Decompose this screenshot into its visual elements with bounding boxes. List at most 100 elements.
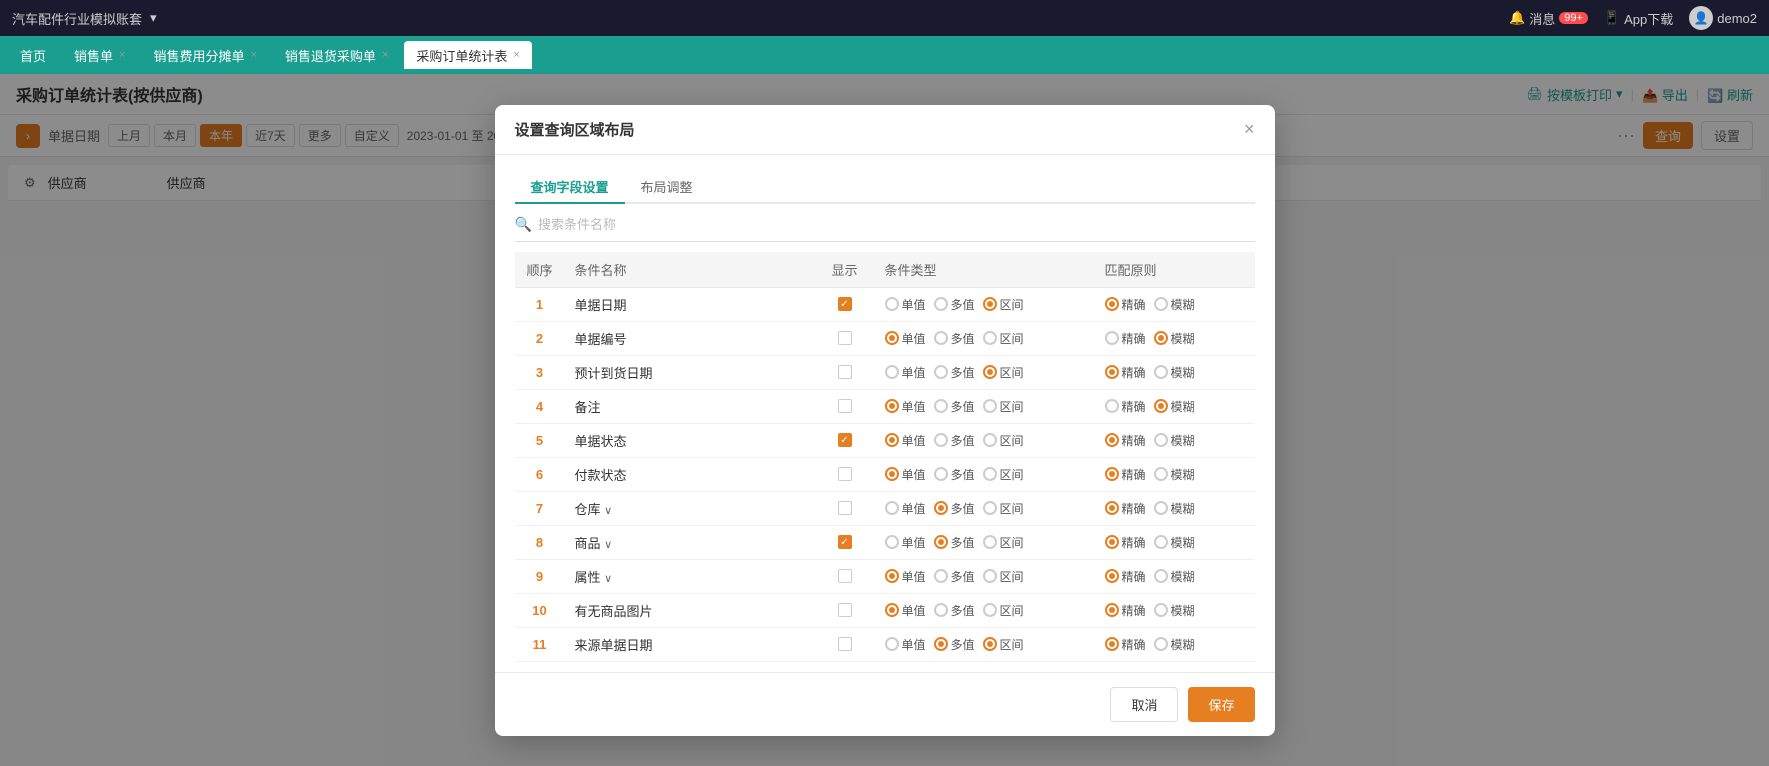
type-radio-range-6[interactable]: 区间	[983, 466, 1024, 483]
type-radio-single-11[interactable]: 单值	[885, 636, 926, 653]
tab-purchase-stats-close[interactable]: ×	[513, 49, 519, 61]
match-radio-exact-5[interactable]: 精确	[1105, 432, 1146, 449]
display-checkbox-9[interactable]	[838, 569, 852, 583]
match-radio-exact-2[interactable]: 精确	[1105, 330, 1146, 347]
type-radio-multi-3[interactable]: 多值	[934, 364, 975, 381]
type-radio-multi-11[interactable]: 多值	[934, 636, 975, 653]
type-radio-range-10[interactable]: 区间	[983, 602, 1024, 619]
type-radio-single-2[interactable]: 单值	[885, 330, 926, 347]
row-display-5[interactable]: ✓	[815, 423, 875, 457]
type-radio-multi-8[interactable]: 多值	[934, 534, 975, 551]
tab-home[interactable]: 首页	[8, 41, 58, 69]
match-radio-fuzzy-11[interactable]: 模糊	[1154, 636, 1195, 653]
type-radio-range-9[interactable]: 区间	[983, 568, 1024, 585]
user-avatar[interactable]: 👤 demo2	[1689, 6, 1757, 30]
search-input[interactable]	[538, 217, 1255, 232]
display-checkbox-2[interactable]	[838, 331, 852, 345]
type-radio-range-7[interactable]: 区间	[983, 500, 1024, 517]
row-display-11[interactable]	[815, 627, 875, 661]
type-radio-single-5[interactable]: 单值	[885, 432, 926, 449]
match-radio-exact-4[interactable]: 精确	[1105, 398, 1146, 415]
type-radio-multi-1[interactable]: 多值	[934, 296, 975, 313]
display-checkbox-11[interactable]	[838, 637, 852, 651]
type-radio-single-6[interactable]: 单值	[885, 466, 926, 483]
match-radio-exact-10[interactable]: 精确	[1105, 602, 1146, 619]
type-radio-multi-7[interactable]: 多值	[934, 500, 975, 517]
tab-sales-order-close[interactable]: ×	[119, 49, 125, 61]
match-radio-exact-11[interactable]: 精确	[1105, 636, 1146, 653]
type-radio-single-9[interactable]: 单值	[885, 568, 926, 585]
type-radio-range-4[interactable]: 区间	[983, 398, 1024, 415]
expand-icon[interactable]: ∨	[604, 539, 612, 551]
tab-sales-return-close[interactable]: ×	[382, 49, 388, 61]
type-radio-multi-10[interactable]: 多值	[934, 602, 975, 619]
tab-purchase-stats[interactable]: 采购订单统计表 ×	[404, 41, 531, 69]
tab-sales-expense[interactable]: 销售费用分摊单 ×	[141, 41, 268, 69]
type-radio-single-10[interactable]: 单值	[885, 602, 926, 619]
type-radio-multi-4[interactable]: 多值	[934, 398, 975, 415]
match-radio-exact-3[interactable]: 精确	[1105, 364, 1146, 381]
type-radio-range-5[interactable]: 区间	[983, 432, 1024, 449]
match-radio-fuzzy-4[interactable]: 模糊	[1154, 398, 1195, 415]
type-radio-range-2[interactable]: 区间	[983, 330, 1024, 347]
notification-btn[interactable]: 🔔 消息 99+	[1509, 9, 1588, 28]
tab-sales-order[interactable]: 销售单 ×	[62, 41, 137, 69]
match-radio-exact-8[interactable]: 精确	[1105, 534, 1146, 551]
type-radio-single-8[interactable]: 单值	[885, 534, 926, 551]
row-display-6[interactable]	[815, 457, 875, 491]
match-radio-exact-9[interactable]: 精确	[1105, 568, 1146, 585]
display-checkbox-3[interactable]	[838, 365, 852, 379]
match-radio-fuzzy-3[interactable]: 模糊	[1154, 364, 1195, 381]
match-radio-fuzzy-10[interactable]: 模糊	[1154, 602, 1195, 619]
type-radio-range-11[interactable]: 区间	[983, 636, 1024, 653]
row-display-1[interactable]: ✓	[815, 287, 875, 321]
row-display-4[interactable]	[815, 389, 875, 423]
save-button[interactable]: 保存	[1188, 687, 1254, 722]
type-radio-multi-6[interactable]: 多值	[934, 466, 975, 483]
type-radio-range-8[interactable]: 区间	[983, 534, 1024, 551]
display-checkbox-4[interactable]	[838, 399, 852, 413]
row-display-2[interactable]	[815, 321, 875, 355]
download-btn[interactable]: 📱 App下载	[1604, 9, 1673, 28]
display-checkbox-1[interactable]: ✓	[838, 297, 852, 311]
modal-close-button[interactable]: ×	[1244, 120, 1255, 138]
type-radio-range-3[interactable]: 区间	[983, 364, 1024, 381]
display-checkbox-8[interactable]: ✓	[838, 535, 852, 549]
row-display-10[interactable]	[815, 593, 875, 627]
expand-icon[interactable]: ∨	[604, 573, 612, 585]
match-radio-exact-7[interactable]: 精确	[1105, 500, 1146, 517]
type-radio-single-3[interactable]: 单值	[885, 364, 926, 381]
match-radio-exact-1[interactable]: 精确	[1105, 296, 1146, 313]
display-checkbox-7[interactable]	[838, 501, 852, 515]
tab-sales-return[interactable]: 销售退货采购单 ×	[273, 41, 400, 69]
match-label-exact: 精确	[1122, 398, 1146, 415]
display-checkbox-5[interactable]: ✓	[838, 433, 852, 447]
match-radio-fuzzy-7[interactable]: 模糊	[1154, 500, 1195, 517]
type-radio-single-7[interactable]: 单值	[885, 500, 926, 517]
type-radio-multi-9[interactable]: 多值	[934, 568, 975, 585]
match-circle-fuzzy	[1154, 501, 1168, 515]
type-radio-multi-5[interactable]: 多值	[934, 432, 975, 449]
type-radio-multi-2[interactable]: 多值	[934, 330, 975, 347]
row-display-7[interactable]	[815, 491, 875, 525]
match-radio-fuzzy-5[interactable]: 模糊	[1154, 432, 1195, 449]
type-radio-range-1[interactable]: 区间	[983, 296, 1024, 313]
cancel-button[interactable]: 取消	[1110, 687, 1178, 722]
row-display-8[interactable]: ✓	[815, 525, 875, 559]
match-radio-fuzzy-8[interactable]: 模糊	[1154, 534, 1195, 551]
expand-icon[interactable]: ∨	[604, 505, 612, 517]
tab-query-fields[interactable]: 查询字段设置	[515, 171, 625, 204]
match-radio-fuzzy-2[interactable]: 模糊	[1154, 330, 1195, 347]
tab-sales-expense-close[interactable]: ×	[250, 49, 256, 61]
tab-layout-adjust[interactable]: 布局调整	[625, 171, 709, 204]
match-radio-fuzzy-9[interactable]: 模糊	[1154, 568, 1195, 585]
match-radio-fuzzy-1[interactable]: 模糊	[1154, 296, 1195, 313]
match-radio-exact-6[interactable]: 精确	[1105, 466, 1146, 483]
match-radio-fuzzy-6[interactable]: 模糊	[1154, 466, 1195, 483]
row-display-9[interactable]	[815, 559, 875, 593]
type-radio-single-4[interactable]: 单值	[885, 398, 926, 415]
display-checkbox-6[interactable]	[838, 467, 852, 481]
display-checkbox-10[interactable]	[838, 603, 852, 617]
row-display-3[interactable]	[815, 355, 875, 389]
type-radio-single-1[interactable]: 单值	[885, 296, 926, 313]
